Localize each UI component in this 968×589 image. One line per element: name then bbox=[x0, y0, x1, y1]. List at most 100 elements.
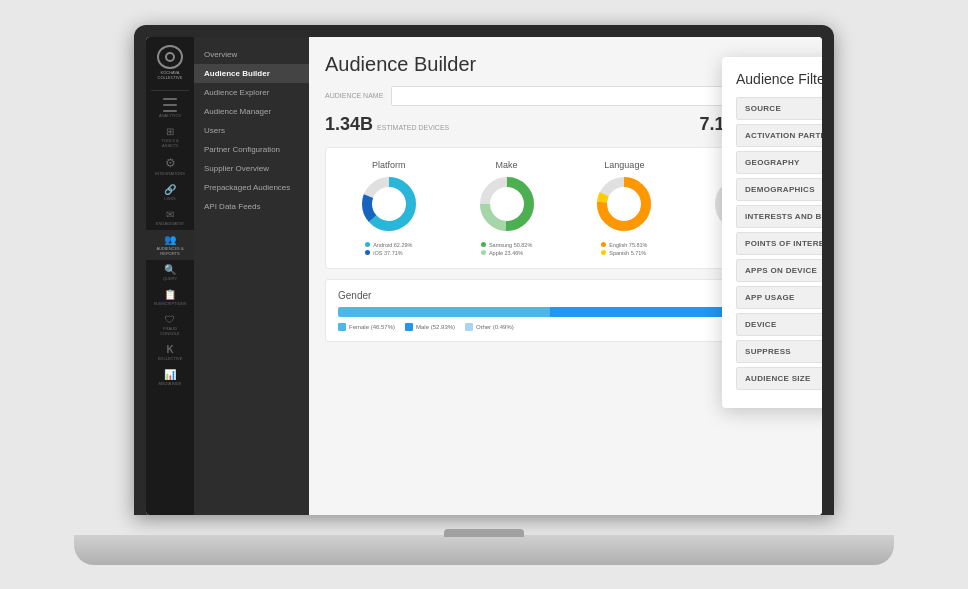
platform-legend-ios: iOS 37.71% bbox=[365, 250, 412, 256]
filter-suppress[interactable]: SUPPRESS ∨ bbox=[736, 340, 822, 363]
sidebar-label-analytics: ANALYTICS bbox=[159, 113, 181, 118]
male-box bbox=[405, 323, 413, 331]
sidebar-item-kollective[interactable]: K KOLLECTIVE bbox=[146, 340, 194, 365]
female-box bbox=[338, 323, 346, 331]
media-bids-icon: 📊 bbox=[164, 369, 176, 380]
apple-label: Apple 23.46% bbox=[489, 250, 523, 256]
main-content: Audience Builder AUDIENCE NAME Save 1.34… bbox=[309, 37, 822, 515]
other-label: Other (0.49%) bbox=[476, 324, 514, 330]
filter-source[interactable]: SOURCE ∨ bbox=[736, 97, 822, 120]
sidebar-label-media-bids: MEDIA BIDS bbox=[159, 381, 182, 386]
sidebar-label-kollective: KOLLECTIVE bbox=[158, 356, 183, 361]
filter-activation-partners[interactable]: ACTIVATION PARTNERS ∨ bbox=[736, 124, 822, 147]
fraud-icon: 🛡 bbox=[165, 314, 175, 325]
sidebar-label-integrations: INTEGRATIONS bbox=[155, 171, 185, 176]
sub-sidebar: Overview Audience Builder Audience Explo… bbox=[194, 37, 309, 515]
sidebar-item-query[interactable]: 🔍 QUERY bbox=[146, 260, 194, 285]
audience-name-label: AUDIENCE NAME bbox=[325, 92, 383, 99]
chart-language: Language E bbox=[594, 160, 654, 256]
filter-audience-size[interactable]: AUDIENCE SIZE ∨ bbox=[736, 367, 822, 390]
filter-device-label: DEVICE bbox=[745, 320, 777, 329]
sidebar-item-fraud[interactable]: 🛡 FRAUDCONSOLE bbox=[146, 310, 194, 340]
laptop-notch bbox=[444, 529, 524, 537]
language-donut bbox=[594, 174, 654, 234]
filters-title: Audience Filters bbox=[736, 71, 822, 87]
estimated-label: ESTIMATED DEVICES bbox=[377, 124, 449, 131]
sub-sidebar-item-partner-config[interactable]: Partner Configuration bbox=[194, 140, 309, 159]
sidebar-item-engagement[interactable]: ✉ ENGAGEMENT bbox=[146, 205, 194, 230]
female-label: Female (46.57%) bbox=[349, 324, 395, 330]
make-legend-apple: Apple 23.46% bbox=[481, 250, 532, 256]
platform-donut bbox=[359, 174, 419, 234]
make-legend-samsung: Samsung 50.82% bbox=[481, 242, 532, 248]
estimated-number: 1.34B bbox=[325, 114, 373, 135]
gender-legend-male: Male (52.93%) bbox=[405, 323, 455, 331]
english-label: English 75.81% bbox=[609, 242, 647, 248]
sidebar-label-links: LINKS bbox=[164, 196, 176, 201]
sidebar-item-media-bids[interactable]: 📊 MEDIA BIDS bbox=[146, 365, 194, 390]
chart-platform: Platform A bbox=[359, 160, 419, 256]
sidebar-divider-1 bbox=[151, 90, 189, 91]
filter-interests-behaviors[interactable]: INTERESTS AND BEHAVIORS ∨ bbox=[736, 205, 822, 228]
sub-sidebar-item-users[interactable]: Users bbox=[194, 121, 309, 140]
chart-platform-title: Platform bbox=[372, 160, 406, 170]
other-box bbox=[465, 323, 473, 331]
sidebar-item-tools[interactable]: ⊞ TOOLS &ASSETS bbox=[146, 122, 194, 152]
english-dot bbox=[601, 242, 606, 247]
brand-name: KOCHAVACOLLECTIVE bbox=[158, 71, 183, 81]
filter-demographics[interactable]: DEMOGRAPHICS ∨ bbox=[736, 178, 822, 201]
filter-audience-size-label: AUDIENCE SIZE bbox=[745, 374, 811, 383]
sub-sidebar-item-audience-builder[interactable]: Audience Builder bbox=[194, 64, 309, 83]
language-legend: English 75.81% Spanish 5.71% bbox=[601, 242, 647, 256]
spanish-dot bbox=[601, 250, 606, 255]
laptop-screen-border: KOCHAVACOLLECTIVE ANALYTICS ⊞ TOOLS &ASS… bbox=[134, 25, 834, 515]
sub-sidebar-item-supplier-overview[interactable]: Supplier Overview bbox=[194, 159, 309, 178]
analytics-icon bbox=[161, 98, 179, 112]
filter-device[interactable]: DEVICE ∨ bbox=[736, 313, 822, 336]
filter-app-usage-label: APP USAGE bbox=[745, 293, 795, 302]
filter-demographics-label: DEMOGRAPHICS bbox=[745, 185, 815, 194]
sub-sidebar-item-api-data-feeds[interactable]: API Data Feeds bbox=[194, 197, 309, 216]
filter-apps-label: APPS ON DEVICE bbox=[745, 266, 817, 275]
sub-sidebar-item-audience-explorer[interactable]: Audience Explorer bbox=[194, 83, 309, 102]
sidebar-item-subscriptions[interactable]: 📋 SUBSCRIPTIONS bbox=[146, 285, 194, 310]
gender-legend-female: Female (46.57%) bbox=[338, 323, 395, 331]
sidebar-item-analytics[interactable]: ANALYTICS bbox=[146, 94, 194, 122]
sub-sidebar-item-overview[interactable]: Overview bbox=[194, 45, 309, 64]
audiences-icon: 👥 bbox=[164, 234, 176, 245]
filter-geography[interactable]: GEOGRAPHY ∨ bbox=[736, 151, 822, 174]
filter-source-label: SOURCE bbox=[745, 104, 781, 113]
gear-icon: ⚙ bbox=[165, 156, 176, 170]
sub-sidebar-item-prepackaged[interactable]: Prepackaged Audiences bbox=[194, 178, 309, 197]
subscriptions-icon: 📋 bbox=[164, 289, 176, 300]
sidebar-item-links[interactable]: 🔗 LINKS bbox=[146, 180, 194, 205]
query-icon: 🔍 bbox=[164, 264, 176, 275]
make-legend: Samsung 50.82% Apple 23.46% bbox=[481, 242, 532, 256]
language-legend-english: English 75.81% bbox=[601, 242, 647, 248]
filter-activation-label: ACTIVATION PARTNERS bbox=[745, 131, 822, 140]
laptop-screen: KOCHAVACOLLECTIVE ANALYTICS ⊞ TOOLS &ASS… bbox=[146, 37, 822, 515]
filter-geography-label: GEOGRAPHY bbox=[745, 158, 800, 167]
sidebar-label-fraud: FRAUDCONSOLE bbox=[160, 326, 180, 336]
platform-legend-android: Android 62.29% bbox=[365, 242, 412, 248]
audience-name-input[interactable] bbox=[391, 86, 759, 106]
chart-make: Make Samsu bbox=[477, 160, 537, 256]
gender-legend-other: Other (0.49%) bbox=[465, 323, 514, 331]
sidebar-item-audiences[interactable]: 👥 AUDIENCES &REPORTS bbox=[146, 230, 194, 260]
filter-apps-on-device[interactable]: APPS ON DEVICE ∨ bbox=[736, 259, 822, 282]
filter-poi-label: POINTS OF INTEREST bbox=[745, 239, 822, 248]
android-label: Android 62.29% bbox=[373, 242, 412, 248]
chart-language-title: Language bbox=[604, 160, 644, 170]
audience-filters-panel: Audience Filters SOURCE ∨ ACTIVATION PAR… bbox=[722, 57, 822, 408]
sidebar-item-integrations[interactable]: ⚙ INTEGRATIONS bbox=[146, 152, 194, 180]
make-donut bbox=[477, 174, 537, 234]
filter-app-usage[interactable]: APP USAGE ∨ bbox=[736, 286, 822, 309]
kollective-icon: K bbox=[166, 344, 173, 355]
android-dot bbox=[365, 242, 370, 247]
gender-bar-female bbox=[338, 307, 550, 317]
filter-points-of-interest[interactable]: POINTS OF INTEREST ∨ bbox=[736, 232, 822, 255]
sidebar-label-subscriptions: SUBSCRIPTIONS bbox=[154, 301, 187, 306]
ios-dot bbox=[365, 250, 370, 255]
sub-sidebar-item-audience-manager[interactable]: Audience Manager bbox=[194, 102, 309, 121]
filter-suppress-label: SUPPRESS bbox=[745, 347, 791, 356]
